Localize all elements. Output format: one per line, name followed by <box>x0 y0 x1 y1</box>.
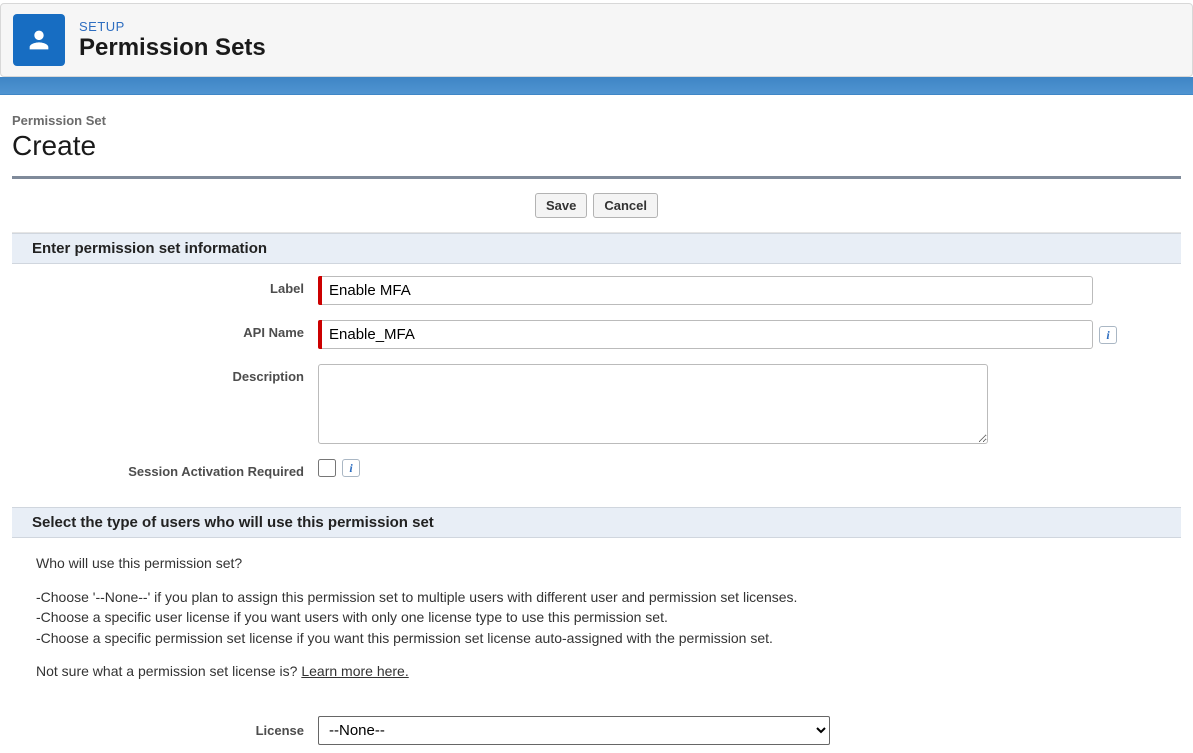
help-notsure: Not sure what a permission set license i… <box>36 662 1171 682</box>
label-input[interactable] <box>318 276 1093 305</box>
save-button[interactable]: Save <box>535 193 587 218</box>
apiname-input[interactable] <box>318 320 1093 349</box>
info-icon[interactable]: i <box>342 459 360 477</box>
page-header: SETUP Permission Sets <box>0 3 1193 77</box>
required-indicator <box>318 320 322 349</box>
description-textarea[interactable] <box>318 364 988 444</box>
description-field-label: Description <box>22 364 318 384</box>
license-select[interactable]: --None-- <box>318 716 830 745</box>
action-bar: Save Cancel <box>12 189 1181 233</box>
cancel-button[interactable]: Cancel <box>593 193 658 218</box>
help-bullet: -Choose '--None--' if you plan to assign… <box>36 588 1171 608</box>
apiname-field-label: API Name <box>22 320 318 340</box>
permission-set-icon <box>13 14 65 66</box>
page-title: Create <box>12 130 1181 162</box>
learn-more-link[interactable]: Learn more here. <box>301 663 408 679</box>
label-field-label: Label <box>22 276 318 296</box>
session-activation-label: Session Activation Required <box>22 459 318 479</box>
decorative-bar <box>0 77 1193 95</box>
section-heading-usertype: Select the type of users who will use th… <box>12 507 1181 538</box>
help-intro: Who will use this permission set? <box>36 554 1171 574</box>
required-indicator <box>318 276 322 305</box>
help-bullet: -Choose a specific permission set licens… <box>36 629 1171 649</box>
divider <box>12 176 1181 179</box>
help-bullet: -Choose a specific user license if you w… <box>36 608 1171 628</box>
session-activation-checkbox[interactable] <box>318 459 336 477</box>
breadcrumb: SETUP <box>79 19 266 34</box>
header-title: Permission Sets <box>79 34 266 62</box>
help-bullets: -Choose '--None--' if you plan to assign… <box>36 588 1171 649</box>
page-subtitle: Permission Set <box>12 113 1181 128</box>
info-icon[interactable]: i <box>1099 326 1117 344</box>
license-field-label: License <box>22 723 318 738</box>
section-heading-info: Enter permission set information <box>12 233 1181 264</box>
